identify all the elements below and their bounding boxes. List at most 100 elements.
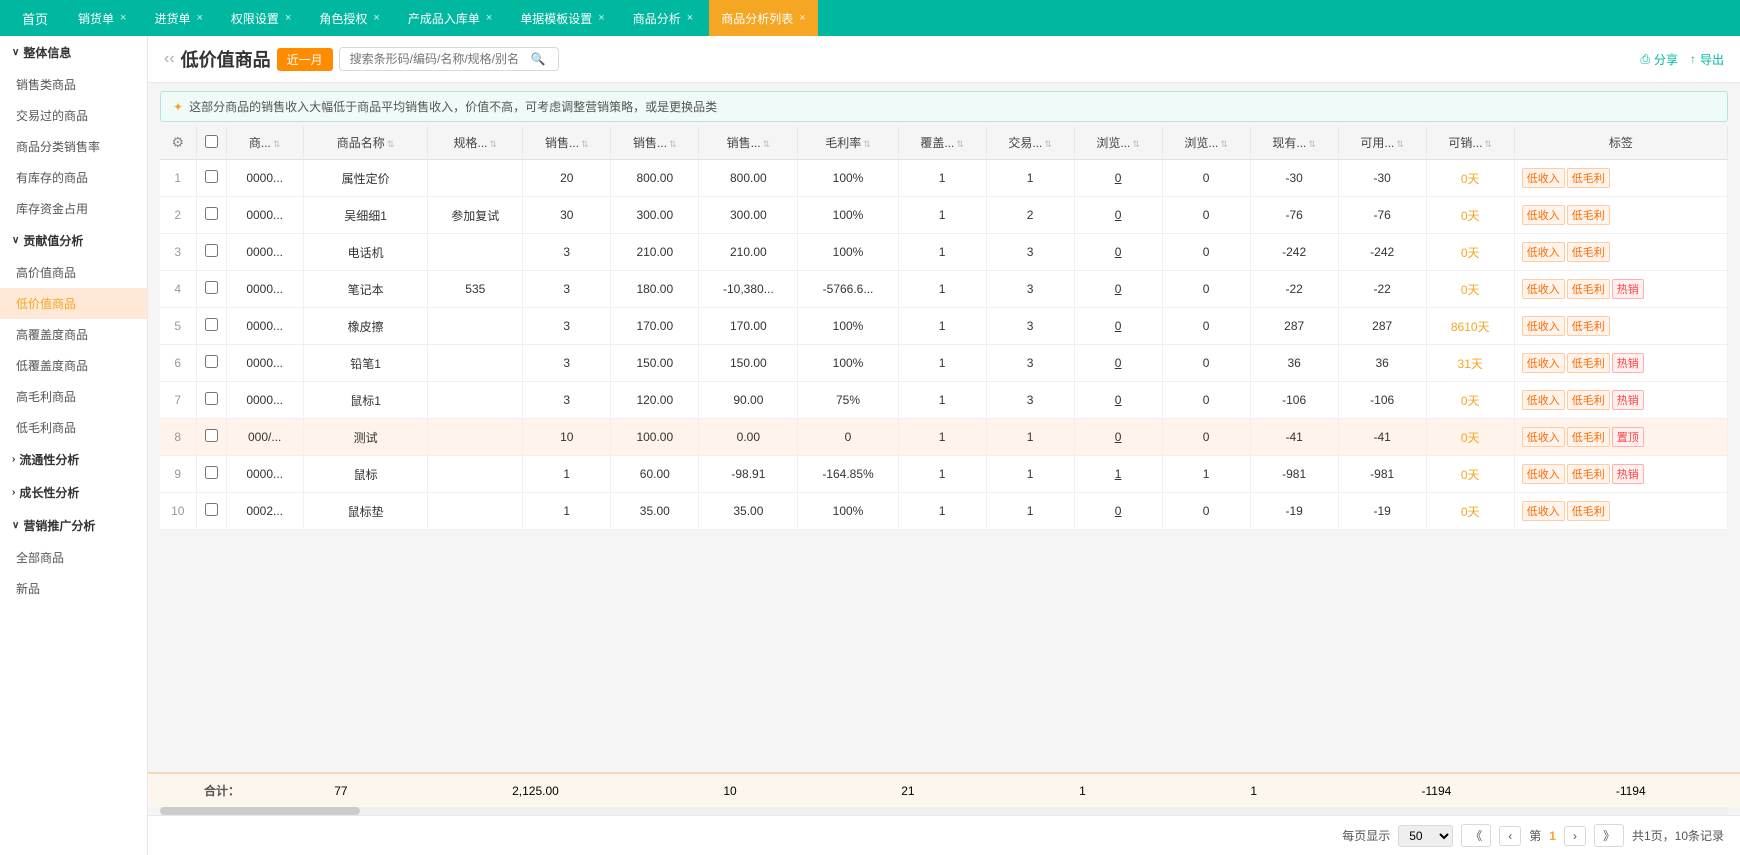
row-browse1-link[interactable]: 0 xyxy=(1115,208,1122,222)
sidebar-collapse-btn[interactable]: ‹‹ xyxy=(164,50,175,68)
nav-productinstock[interactable]: 产成品入库单× xyxy=(396,0,504,36)
col-name-header[interactable]: 商品名称⇅ xyxy=(303,126,427,160)
footer-trade-total: 21 xyxy=(901,784,914,798)
col-trade-header[interactable]: 交易...⇅ xyxy=(986,126,1074,160)
table-footer: 合计： 77 2,125.00 10 21 1 1 -1194 -1194 xyxy=(148,772,1740,807)
sidebar-item-high-gross[interactable]: 高毛利商品 xyxy=(0,381,147,412)
first-page-btn[interactable]: 《 xyxy=(1461,824,1491,847)
row-num: 9 xyxy=(160,456,196,493)
sidebar-item-in-stock-products[interactable]: 有库存的商品 xyxy=(0,162,147,193)
search-icon[interactable]: 🔍 xyxy=(531,52,546,66)
row-browse1-link[interactable]: 0 xyxy=(1115,393,1122,407)
filter-button[interactable]: 近一月 xyxy=(277,48,333,71)
row-num: 2 xyxy=(160,197,196,234)
sidebar-item-low-coverage[interactable]: 低覆盖度商品 xyxy=(0,350,147,381)
row-browse1-link[interactable]: 0 xyxy=(1115,430,1122,444)
prev-page-btn[interactable]: ‹ xyxy=(1499,826,1521,846)
nav-close-salesorder[interactable]: × xyxy=(120,12,126,24)
col-code-header[interactable]: 商...⇅ xyxy=(226,126,303,160)
nav-close-roleauth[interactable]: × xyxy=(373,12,379,24)
sidebar-item-sales-products[interactable]: 销售类商品 xyxy=(0,69,147,100)
col-stock2-header[interactable]: 可用...⇅ xyxy=(1338,126,1426,160)
sidebar-section-overview[interactable]: ∨ 整体信息 xyxy=(0,36,147,69)
col-stock1-header[interactable]: 现有...⇅ xyxy=(1250,126,1338,160)
share-button[interactable]: ⎙ 分享 xyxy=(1640,51,1678,68)
nav-close-permission[interactable]: × xyxy=(285,12,291,24)
table-row: 10000...属性定价20800.00800.00100%1100-30-30… xyxy=(160,160,1728,197)
row-browse1-cell: 0 xyxy=(1074,308,1162,345)
row-browse1-link[interactable]: 0 xyxy=(1115,282,1122,296)
row-checkbox[interactable] xyxy=(205,392,218,405)
nav-permission[interactable]: 权限设置× xyxy=(219,0,303,36)
row-checkbox[interactable] xyxy=(205,503,218,516)
row-sales2: 800.00 xyxy=(611,160,699,197)
nav-salesorder[interactable]: 销货单× xyxy=(66,0,138,36)
row-checkbox[interactable] xyxy=(205,355,218,368)
last-page-btn[interactable]: 》 xyxy=(1594,824,1624,847)
row-browse1-link[interactable]: 0 xyxy=(1115,356,1122,370)
sidebar-section-contribution[interactable]: ∨ 贡献值分析 xyxy=(0,224,147,257)
footer-total-label: 合计： xyxy=(160,782,240,799)
row-checkbox[interactable] xyxy=(205,318,218,331)
nav-close-productinstock[interactable]: × xyxy=(486,12,492,24)
export-button[interactable]: ↑ 导出 xyxy=(1690,51,1724,68)
sidebar-item-all-products[interactable]: 全部商品 xyxy=(0,542,147,573)
col-saledays-header[interactable]: 可销...⇅ xyxy=(1426,126,1514,160)
nav-template[interactable]: 单据模板设置× xyxy=(508,0,616,36)
horizontal-scrollbar[interactable] xyxy=(160,807,1728,815)
sidebar-item-stock-capital[interactable]: 库存资金占用 xyxy=(0,193,147,224)
col-sales2-header[interactable]: 销售...⇅ xyxy=(611,126,699,160)
row-browse2: 0 xyxy=(1162,345,1250,382)
col-browse1-header[interactable]: 浏览...⇅ xyxy=(1074,126,1162,160)
sidebar-item-high-coverage[interactable]: 高覆盖度商品 xyxy=(0,319,147,350)
sidebar-section-liquidity[interactable]: › 流通性分析 xyxy=(0,443,147,476)
row-checkbox[interactable] xyxy=(205,466,218,479)
sidebar-item-high-value[interactable]: 高价值商品 xyxy=(0,257,147,288)
sidebar-item-traded-products[interactable]: 交易过的商品 xyxy=(0,100,147,131)
nav-close-template[interactable]: × xyxy=(598,12,604,24)
nav-analysis-list[interactable]: 商品分析列表× xyxy=(709,0,817,36)
row-browse1-link[interactable]: 0 xyxy=(1115,319,1122,333)
gear-icon[interactable]: ⚙ xyxy=(171,134,184,150)
sidebar-item-category-sales-rate[interactable]: 商品分类销售率 xyxy=(0,131,147,162)
col-gross-header[interactable]: 毛利率⇅ xyxy=(798,126,898,160)
page-size-select[interactable]: 50 100 200 xyxy=(1398,825,1453,847)
nav-close-purchaseorder[interactable]: × xyxy=(196,12,202,24)
row-sales1: 20 xyxy=(523,160,611,197)
col-checkbox[interactable] xyxy=(196,126,226,160)
row-browse1-link[interactable]: 0 xyxy=(1115,171,1122,185)
col-spec-header[interactable]: 规格...⇅ xyxy=(428,126,523,160)
nav-purchaseorder[interactable]: 进货单× xyxy=(142,0,214,36)
nav-roleauth[interactable]: 角色授权× xyxy=(307,0,391,36)
select-all-checkbox[interactable] xyxy=(205,135,218,148)
sidebar-item-new-products[interactable]: 新品 xyxy=(0,573,147,604)
row-gross: 100% xyxy=(798,160,898,197)
row-browse1-link[interactable]: 0 xyxy=(1115,245,1122,259)
row-checkbox[interactable] xyxy=(205,429,218,442)
row-checkbox[interactable] xyxy=(205,170,218,183)
row-coverage: 1 xyxy=(898,308,986,345)
nav-analysis[interactable]: 商品分析× xyxy=(621,0,705,36)
sidebar-item-low-value[interactable]: 低价值商品 xyxy=(0,288,147,319)
next-page-btn[interactable]: › xyxy=(1564,826,1586,846)
row-checkbox[interactable] xyxy=(205,244,218,257)
nav-close-analysis-list[interactable]: × xyxy=(799,12,805,24)
col-browse2-header[interactable]: 浏览...⇅ xyxy=(1162,126,1250,160)
col-sales1-header[interactable]: 销售...⇅ xyxy=(523,126,611,160)
sidebar-section-marketing[interactable]: ∨ 营销推广分析 xyxy=(0,509,147,542)
row-checkbox[interactable] xyxy=(205,281,218,294)
col-gear[interactable]: ⚙ xyxy=(160,126,196,160)
nav-home[interactable]: 首页 xyxy=(8,0,62,36)
row-checkbox[interactable] xyxy=(205,207,218,220)
col-sales3-header[interactable]: 销售...⇅ xyxy=(699,126,798,160)
col-coverage-header[interactable]: 覆盖...⇅ xyxy=(898,126,986,160)
scrollbar-thumb[interactable] xyxy=(160,807,360,815)
row-tags-cell: 低收入低毛利热销 xyxy=(1514,382,1727,419)
search-input[interactable] xyxy=(339,47,559,71)
sidebar-section-growth[interactable]: › 成长性分析 xyxy=(0,476,147,509)
row-browse1-link[interactable]: 0 xyxy=(1115,504,1122,518)
nav-close-analysis[interactable]: × xyxy=(687,12,693,24)
col-tags-header[interactable]: 标签 xyxy=(1514,126,1727,160)
sidebar-item-low-gross[interactable]: 低毛利商品 xyxy=(0,412,147,443)
row-browse1-link[interactable]: 1 xyxy=(1115,467,1122,481)
